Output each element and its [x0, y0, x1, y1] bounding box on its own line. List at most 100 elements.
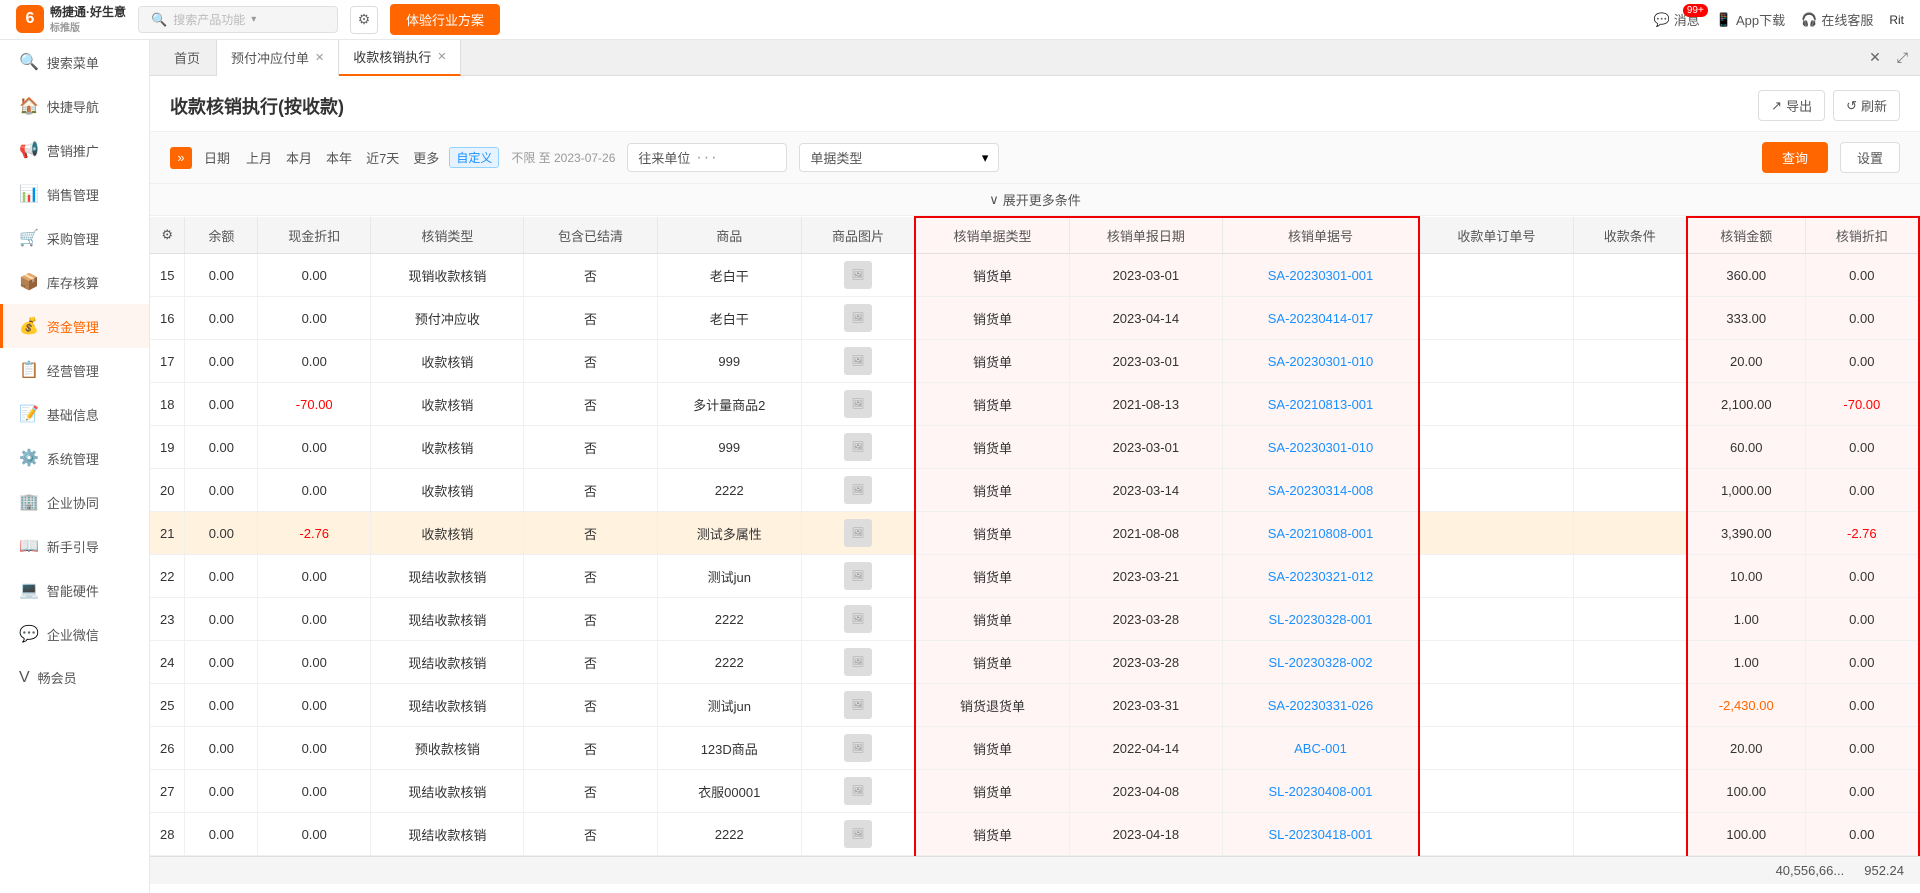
col-verify-bill-type: 核销单据类型	[915, 217, 1069, 254]
member-icon: V	[19, 669, 30, 687]
search-box[interactable]: 🔍 搜索产品功能 ▾	[138, 6, 338, 33]
bill-no-link[interactable]: SL-20230418-001	[1268, 827, 1372, 842]
table-row: 170.000.00收款核销否999🖼销货单2023-03-01SA-20230…	[150, 340, 1919, 383]
sidebar-item-enterprise[interactable]: 🏢 企业协同	[0, 480, 149, 524]
sidebar-item-search[interactable]: 🔍搜索菜单	[0, 40, 149, 84]
bill-no-link[interactable]: SL-20230328-002	[1268, 655, 1372, 670]
query-button[interactable]: 查询	[1762, 142, 1828, 173]
last-month-btn[interactable]: 上月	[242, 146, 276, 169]
sidebar-item-marketing[interactable]: 📢营销推广	[0, 128, 149, 172]
notification-area[interactable]: 💬 消息 99+	[1654, 10, 1700, 29]
export-button[interactable]: ↗ 导出	[1758, 90, 1825, 121]
sidebar-item-basic[interactable]: 📝基础信息	[0, 392, 149, 436]
from-unit-label: 往来单位	[638, 148, 690, 167]
tab-bar: 首页 预付冲应付单 ✕ 收款核销执行 ✕ ✕ ⤢	[150, 40, 1920, 76]
tab-prepay[interactable]: 预付冲应付单 ✕	[217, 40, 339, 76]
bill-no-link[interactable]: SA-20210813-001	[1268, 397, 1374, 412]
sidebar-label-guide: 新手引导	[47, 537, 99, 556]
expand-more-bar[interactable]: ∨ 展开更多条件	[150, 184, 1920, 216]
system-icon: ⚙️	[19, 448, 39, 468]
product-image-cell: 🖼	[801, 813, 915, 856]
product-image-cell: 🖼	[801, 340, 915, 383]
sidebar-item-purchase[interactable]: 🛒采购管理	[0, 216, 149, 260]
logo-icon: 6	[16, 5, 44, 33]
sidebar-label-enterprise: 企业协同	[47, 493, 99, 512]
product-image-cell: 🖼	[801, 426, 915, 469]
search-placeholder: 搜索产品功能	[173, 11, 245, 28]
sidebar-label-operation: 经营管理	[47, 361, 99, 380]
bill-no-link[interactable]: SA-20230314-008	[1268, 483, 1374, 498]
sidebar-item-finance[interactable]: 💰资金管理	[0, 304, 149, 348]
sidebar-item-wechat[interactable]: 💬企业微信	[0, 612, 149, 656]
col-setting[interactable]: ⚙	[150, 217, 185, 254]
online-service-link[interactable]: 🎧 在线客服	[1801, 10, 1873, 29]
date-range-text: 不限 至 2023-07-26	[511, 149, 615, 166]
sidebar-item-operation[interactable]: 📋经营管理	[0, 348, 149, 392]
search-icon: 🔍	[19, 52, 39, 72]
industry-solution-button[interactable]: 体验行业方案	[390, 4, 500, 35]
app-download-link[interactable]: 📱 App下载	[1716, 10, 1785, 29]
tab-collection[interactable]: 收款核销执行 ✕	[339, 40, 461, 76]
gear-button[interactable]: ⚙	[350, 6, 378, 34]
bill-no-link[interactable]: SA-20210808-001	[1268, 526, 1374, 541]
product-image-cell: 🖼	[801, 254, 915, 297]
table-row: 260.000.00预收款核销否123D商品🖼销货单2022-04-14ABC-…	[150, 727, 1919, 770]
sidebar-item-hardware[interactable]: 💻智能硬件	[0, 568, 149, 612]
enterprise-icon: 🏢	[19, 492, 39, 512]
bill-no-link[interactable]: SA-20230321-012	[1268, 569, 1374, 584]
product-image-cell: 🖼	[801, 555, 915, 598]
this-month-btn[interactable]: 本月	[282, 146, 316, 169]
table-row: 180.00-70.00收款核销否多计量商品2🖼销货单2021-08-13SA-…	[150, 383, 1919, 426]
product-image-cell: 🖼	[801, 297, 915, 340]
bill-no-link[interactable]: SL-20230408-001	[1268, 784, 1372, 799]
data-table: ⚙ 余额 现金折扣 核销类型 包含已结清 商品 商品图片 核销单据类型 核销单报…	[150, 216, 1920, 856]
tab-bar-actions: ✕ ⤢	[1865, 47, 1912, 68]
user-name: Rit	[1889, 13, 1904, 27]
tab-close-all-icon[interactable]: ✕	[1865, 47, 1885, 68]
bill-no-link[interactable]: ABC-001	[1294, 741, 1347, 756]
main-layout: 🔍搜索菜单🏠快捷导航📢营销推广📊销售管理🛒采购管理 📦 库存核算 💰资金管理📋经营管理…	[0, 40, 1920, 893]
footer-total-amount: 40,556,66...	[1776, 863, 1845, 878]
bill-no-link[interactable]: SA-20230414-017	[1268, 311, 1374, 326]
chevron-down-icon: ▾	[251, 14, 256, 25]
sidebar-label-wechat: 企业微信	[47, 625, 99, 644]
expand-filter-button[interactable]: »	[170, 147, 192, 169]
tab-expand-icon[interactable]: ⤢	[1893, 47, 1912, 68]
bill-no-link[interactable]: SA-20230331-026	[1268, 698, 1374, 713]
tab-home[interactable]: 首页	[158, 40, 217, 75]
more-date-btn[interactable]: 更多	[409, 146, 443, 169]
from-unit-filter[interactable]: 往来单位 ···	[627, 143, 787, 172]
bill-no-link[interactable]: SA-20230301-010	[1268, 440, 1374, 455]
last-7days-btn[interactable]: 近7天	[362, 146, 403, 169]
col-verify-amount: 核销金额	[1687, 217, 1805, 254]
sidebar-item-sales[interactable]: 📊销售管理	[0, 172, 149, 216]
sidebar-item-system[interactable]: ⚙️系统管理	[0, 436, 149, 480]
page-title: 收款核销执行(按收款)	[170, 93, 344, 119]
single-type-filter[interactable]: 单据类型 ▾	[799, 143, 999, 172]
sidebar-item-member[interactable]: V畅会员	[0, 656, 149, 699]
phone-icon: 📱	[1716, 12, 1732, 28]
header-actions: ↗ 导出 ↺ 刷新	[1758, 90, 1900, 121]
tab-prepay-close-icon[interactable]: ✕	[315, 51, 324, 64]
app-logo: 6 畅捷通·好生意 标推版	[16, 5, 126, 34]
table-row: 220.000.00现结收款核销否测试jun🖼销货单2023-03-21SA-2…	[150, 555, 1919, 598]
inventory-icon: 📦	[19, 272, 39, 292]
sidebar-item-quick[interactable]: 🏠快捷导航	[0, 84, 149, 128]
this-year-btn[interactable]: 本年	[322, 146, 356, 169]
sidebar-item-guide[interactable]: 📖新手引导	[0, 524, 149, 568]
date-filter-group: 上月 本月 本年 近7天 更多 自定义	[242, 146, 499, 169]
col-product-image: 商品图片	[801, 217, 915, 254]
table-row: 250.000.00现结收款核销否测试jun🖼销货退货单2023-03-31SA…	[150, 684, 1919, 727]
sidebar-item-inventory[interactable]: 📦 库存核算	[0, 260, 149, 304]
bill-no-link[interactable]: SL-20230328-001	[1268, 612, 1372, 627]
sidebar-label-inventory: 库存核算	[47, 273, 99, 292]
settings-button[interactable]: 设置	[1840, 142, 1900, 173]
tab-collection-close-icon[interactable]: ✕	[437, 50, 446, 63]
custom-date-btn[interactable]: 自定义	[449, 147, 499, 168]
refresh-button[interactable]: ↺ 刷新	[1833, 90, 1900, 121]
content-area: 首页 预付冲应付单 ✕ 收款核销执行 ✕ ✕ ⤢ 收款核销执行(按收款) ↗	[150, 40, 1920, 893]
bill-no-link[interactable]: SA-20230301-010	[1268, 354, 1374, 369]
tab-prepay-label: 预付冲应付单	[231, 48, 309, 67]
sidebar: 🔍搜索菜单🏠快捷导航📢营销推广📊销售管理🛒采购管理 📦 库存核算 💰资金管理📋经营管理…	[0, 40, 150, 893]
bill-no-link[interactable]: SA-20230301-001	[1268, 268, 1374, 283]
